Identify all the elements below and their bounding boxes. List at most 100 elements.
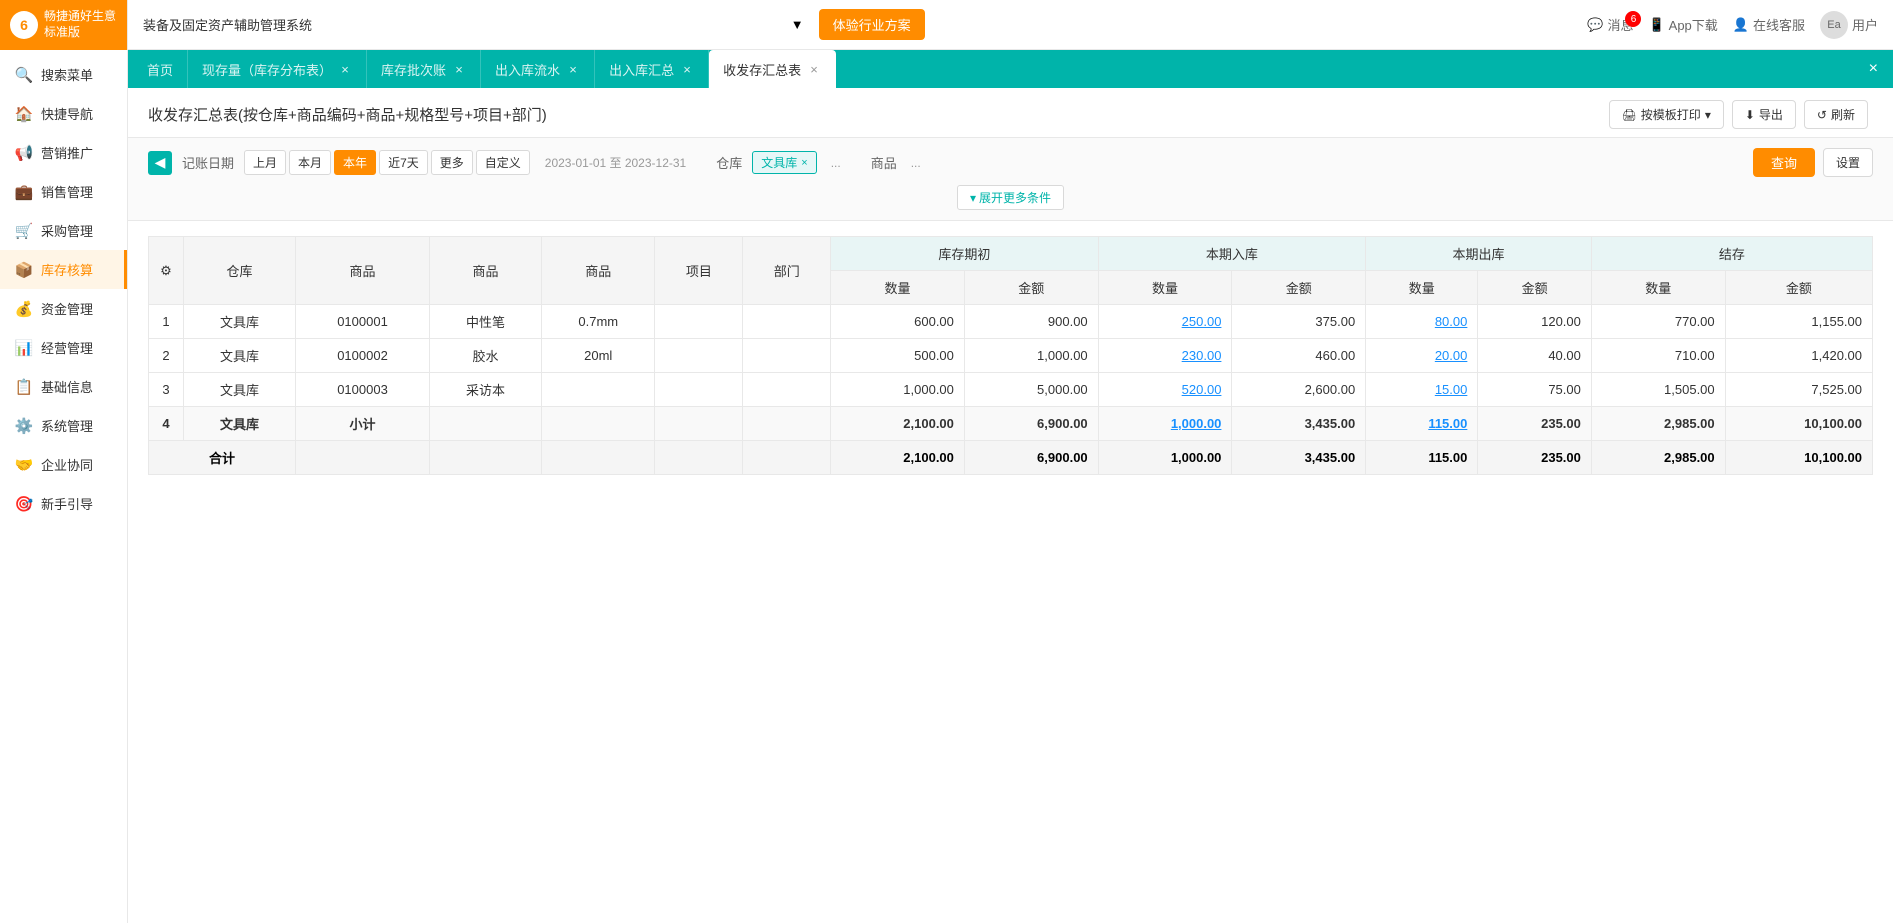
system-icon: ⚙️ [15, 417, 33, 435]
sidebar-item-system[interactable]: ⚙️ 系统管理 [0, 406, 127, 445]
tabbar-close-btn[interactable]: × [1859, 60, 1888, 78]
tab-home[interactable]: 首页 [133, 50, 188, 88]
sidebar-item-basic[interactable]: 📋 基础信息 [0, 367, 127, 406]
total-label: 合计 [149, 441, 296, 475]
sidebar-item-sales[interactable]: 💼 销售管理 [0, 172, 127, 211]
subtotal-warehouse: 文具库 [184, 407, 296, 441]
warehouse-more[interactable]: ... [831, 156, 841, 170]
filter-settings-btn[interactable]: 设置 [1823, 148, 1873, 177]
basic-icon: 📋 [15, 378, 33, 396]
cell-opening-qty: 600.00 [831, 305, 965, 339]
total-empty4 [655, 441, 743, 475]
cell-out-qty[interactable]: 20.00 [1366, 339, 1478, 373]
tab-inventory-dist[interactable]: 现存量（库存分布表） × [188, 50, 367, 88]
refresh-btn[interactable]: ↺ 刷新 [1804, 100, 1868, 129]
cell-opening-amt: 5,000.00 [964, 373, 1098, 407]
experience-btn[interactable]: 体验行业方案 [819, 9, 925, 40]
purchase-icon: 🛒 [15, 222, 33, 240]
sidebar-item-inventory[interactable]: 📦 库存核算 [0, 250, 127, 289]
th-product-code: 商品 [296, 237, 430, 305]
cell-in-amt: 375.00 [1232, 305, 1366, 339]
cell-balance-amt: 7,525.00 [1725, 373, 1872, 407]
date-btn-this-year[interactable]: 本年 [334, 150, 376, 175]
cell-in-qty[interactable]: 230.00 [1098, 339, 1232, 373]
tab-close-inventory-dist[interactable]: × [338, 62, 352, 76]
tab-close-receive-summary[interactable]: × [807, 62, 821, 76]
subtotal-out-qty[interactable]: 115.00 [1366, 407, 1478, 441]
sidebar-item-operations[interactable]: 📊 经营管理 [0, 328, 127, 367]
cell-no: 2 [149, 339, 184, 373]
sidebar-item-newbie[interactable]: 🎯 新手引导 [0, 484, 127, 523]
expand-row: ▾ 展开更多条件 [148, 185, 1873, 210]
cell-department [743, 373, 831, 407]
cell-product-code: 0100002 [296, 339, 430, 373]
date-btn-7days[interactable]: 近7天 [379, 150, 428, 175]
finance-icon: 💰 [15, 300, 33, 318]
logo-icon: 6 [10, 11, 38, 39]
tab-in-out-summary[interactable]: 出入库汇总 × [595, 50, 709, 88]
cell-opening-qty: 1,000.00 [831, 373, 965, 407]
th-in-qty: 数量 [1098, 271, 1232, 305]
export-btn[interactable]: ⬇ 导出 [1732, 100, 1796, 129]
table-row: 3 文具库 0100003 采访本 1,000.00 5,000.00 520.… [149, 373, 1873, 407]
th-balance-amt: 金额 [1725, 271, 1872, 305]
tab-receive-summary[interactable]: 收发存汇总表 × [709, 50, 836, 88]
cell-in-qty[interactable]: 250.00 [1098, 305, 1232, 339]
cell-balance-qty: 770.00 [1591, 305, 1725, 339]
sidebar-item-enterprise[interactable]: 🤝 企业协同 [0, 445, 127, 484]
expand-btn[interactable]: ▾ 展开更多条件 [957, 185, 1064, 210]
user-action[interactable]: Ea 用户 [1820, 11, 1878, 39]
tab-close-in-out-summary[interactable]: × [680, 62, 694, 76]
cell-out-amt: 75.00 [1478, 373, 1592, 407]
cell-warehouse: 文具库 [184, 339, 296, 373]
date-btn-last-month[interactable]: 上月 [244, 150, 286, 175]
warehouse-tag-close[interactable]: × [801, 157, 807, 169]
newbie-icon: 🎯 [15, 495, 33, 513]
tab-close-flow[interactable]: × [566, 62, 580, 76]
warehouse-label: 仓库 [716, 153, 742, 172]
cell-no: 1 [149, 305, 184, 339]
goods-more[interactable]: ... [911, 156, 921, 170]
cell-balance-amt: 1,420.00 [1725, 339, 1872, 373]
total-opening-qty: 2,100.00 [831, 441, 965, 475]
subtotal-in-qty[interactable]: 1,000.00 [1098, 407, 1232, 441]
cell-out-qty[interactable]: 15.00 [1366, 373, 1478, 407]
date-btn-more[interactable]: 更多 [431, 150, 473, 175]
tab-batch[interactable]: 库存批次账 × [367, 50, 481, 88]
sidebar-item-purchase[interactable]: 🛒 采购管理 [0, 211, 127, 250]
cell-product-name: 胶水 [429, 339, 541, 373]
cell-product-spec: 20ml [542, 339, 655, 373]
query-btn[interactable]: 查询 [1753, 148, 1815, 177]
sidebar-item-quick-nav[interactable]: 🏠 快捷导航 [0, 94, 127, 133]
online-service-action[interactable]: 👤 在线客服 [1733, 15, 1805, 34]
sidebar-item-search[interactable]: 🔍 搜索菜单 [0, 55, 127, 94]
th-product-spec: 商品 [542, 237, 655, 305]
total-in-amt: 3,435.00 [1232, 441, 1366, 475]
printer-icon: 🖨 [1622, 108, 1637, 122]
filter-action-btns: 查询 设置 [1753, 148, 1873, 177]
message-action[interactable]: 💬 6 消息 [1587, 15, 1633, 34]
cell-department [743, 305, 831, 339]
th-out-qty: 数量 [1366, 271, 1478, 305]
date-btn-custom[interactable]: 自定义 [476, 150, 530, 175]
total-empty5 [743, 441, 831, 475]
cell-in-qty[interactable]: 520.00 [1098, 373, 1232, 407]
cell-product-code: 0100001 [296, 305, 430, 339]
total-out-amt: 235.00 [1478, 441, 1592, 475]
sidebar-item-finance[interactable]: 💰 资金管理 [0, 289, 127, 328]
tab-close-batch[interactable]: × [452, 62, 466, 76]
filter-toggle-btn[interactable]: ◀ [148, 151, 172, 175]
page-title: 收发存汇总表(按仓库+商品编码+商品+规格型号+项目+部门) [148, 104, 547, 125]
subtotal-in-amt: 3,435.00 [1232, 407, 1366, 441]
logo-subtitle1: 畅捷通好生意 [44, 9, 116, 25]
tab-flow[interactable]: 出入库流水 × [481, 50, 595, 88]
app-download-action[interactable]: 📱 App下载 [1648, 15, 1717, 34]
cell-out-qty[interactable]: 80.00 [1366, 305, 1478, 339]
print-btn[interactable]: 🖨 按模板打印 ▾ [1609, 100, 1724, 129]
date-btn-this-month[interactable]: 本月 [289, 150, 331, 175]
sidebar-item-marketing[interactable]: 📢 营销推广 [0, 133, 127, 172]
page-header-actions: 🖨 按模板打印 ▾ ⬇ 导出 ↺ 刷新 [1609, 100, 1873, 129]
cell-product-name: 采访本 [429, 373, 541, 407]
system-dropdown[interactable]: ▼ [791, 17, 804, 32]
cell-balance-qty: 1,505.00 [1591, 373, 1725, 407]
